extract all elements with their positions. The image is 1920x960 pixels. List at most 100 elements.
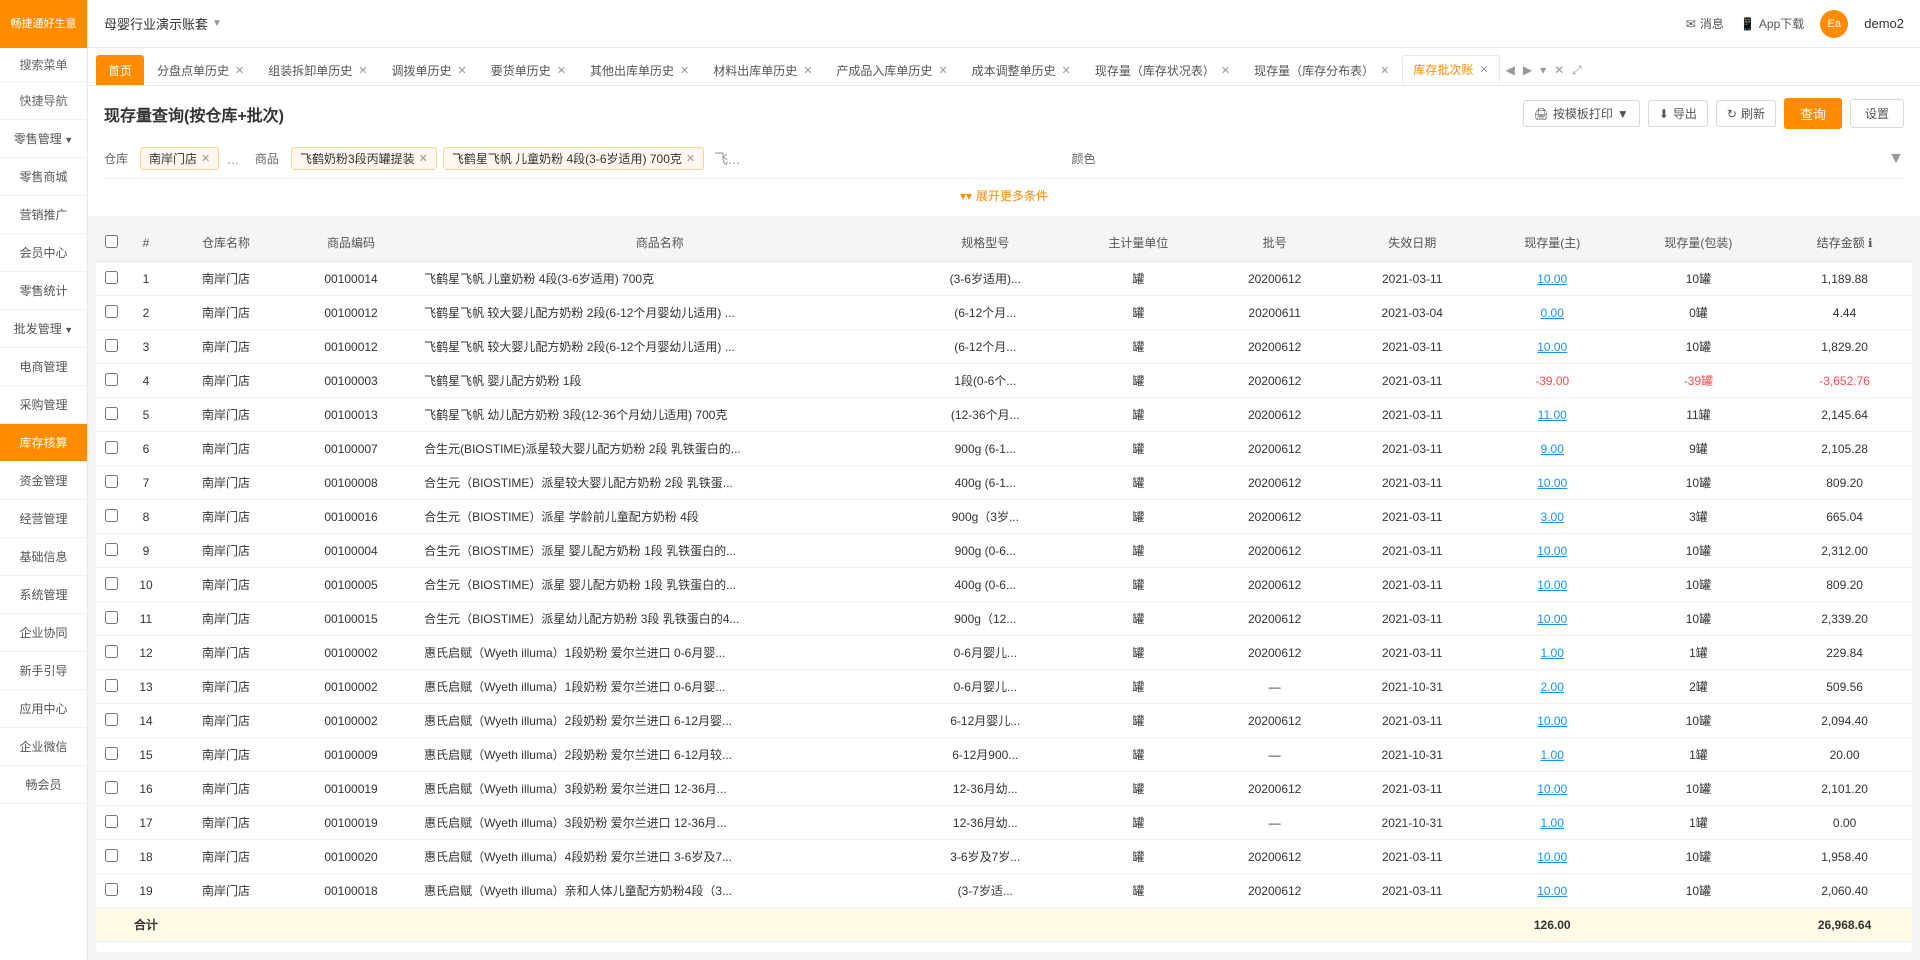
- row-checkbox-17[interactable]: [105, 849, 118, 862]
- row-qty-main[interactable]: 1.00: [1485, 738, 1620, 772]
- tab-close-调拨单历史[interactable]: ✕: [458, 64, 467, 77]
- row-qty-main[interactable]: 10.00: [1485, 874, 1620, 908]
- row-qty-main[interactable]: -39.00: [1485, 364, 1620, 398]
- message-button[interactable]: ✉ 消息: [1686, 15, 1724, 32]
- product-tag-1-close[interactable]: ✕: [419, 152, 428, 165]
- tab-组装拆卸单历史[interactable]: 组装拆卸单历史✕: [257, 55, 378, 85]
- row-checkbox-7[interactable]: [105, 509, 118, 522]
- print-button[interactable]: 🖨 按模板打印 ▼: [1523, 100, 1640, 127]
- tab-home[interactable]: 首页: [96, 55, 144, 85]
- product-filter-more[interactable]: 飞...: [710, 149, 744, 169]
- sidebar-item-marketing[interactable]: 营销推广: [0, 196, 87, 234]
- tab-调拨单历史[interactable]: 调拨单历史✕: [380, 55, 477, 85]
- row-checkbox-11[interactable]: [105, 645, 118, 658]
- app-download-button[interactable]: 📱 App下载: [1740, 15, 1804, 32]
- row-qty-main[interactable]: 11.00: [1485, 398, 1620, 432]
- tab-close-材料出库单历史[interactable]: ✕: [803, 64, 812, 77]
- row-qty-main[interactable]: 10.00: [1485, 568, 1620, 602]
- tab-maximize[interactable]: ⤢: [1568, 55, 1586, 85]
- export-button[interactable]: ⬇ 导出: [1648, 100, 1708, 127]
- tab-close-组装拆卸单历史[interactable]: ✕: [358, 64, 367, 77]
- tab-产成品入库单历史[interactable]: 产成品入库单历史✕: [825, 55, 958, 85]
- sidebar-item-member[interactable]: 会员中心: [0, 234, 87, 272]
- row-qty-main[interactable]: 10.00: [1485, 466, 1620, 500]
- expand-conditions-button[interactable]: ▾▾ 展开更多条件: [952, 183, 1056, 208]
- row-checkbox-5[interactable]: [105, 441, 118, 454]
- tab-nav-more[interactable]: ▾: [1536, 55, 1550, 85]
- row-checkbox-15[interactable]: [105, 781, 118, 794]
- settings-button[interactable]: 设置: [1850, 99, 1904, 128]
- workspace-selector[interactable]: 母婴行业演示账套 ▼: [104, 14, 222, 33]
- row-checkbox-14[interactable]: [105, 747, 118, 760]
- sidebar-item-retail-stats[interactable]: 零售统计: [0, 272, 87, 310]
- tab-close-库存批次账[interactable]: ✕: [1479, 63, 1488, 76]
- product-tag-1[interactable]: 飞鹤奶粉3段丙罐提装 ✕: [291, 147, 437, 170]
- sidebar-item-basic[interactable]: 基础信息: [0, 538, 87, 576]
- row-qty-main[interactable]: 10.00: [1485, 772, 1620, 806]
- sidebar-item-operations[interactable]: 经营管理: [0, 500, 87, 538]
- tab-close-分盘点单历史[interactable]: ✕: [235, 64, 244, 77]
- color-filter-arrow[interactable]: ▼: [1888, 150, 1904, 168]
- tab-nav-prev[interactable]: ◀: [1502, 55, 1519, 85]
- sidebar-item-guide[interactable]: 新手引导: [0, 652, 87, 690]
- sidebar-item-enterprise-wechat[interactable]: 企业微信: [0, 728, 87, 766]
- query-button[interactable]: 查询: [1784, 98, 1842, 129]
- refresh-button[interactable]: ↻ 刷新: [1716, 100, 1776, 127]
- sidebar-item-finance[interactable]: 资金管理: [0, 462, 87, 500]
- tab-成本调整单历史[interactable]: 成本调整单历史✕: [961, 55, 1082, 85]
- tab-close-现存量库存分布表[interactable]: ✕: [1380, 64, 1389, 77]
- row-qty-main[interactable]: 3.00: [1485, 500, 1620, 534]
- row-qty-main[interactable]: 10.00: [1485, 330, 1620, 364]
- sidebar-shortcut[interactable]: 快捷导航: [0, 82, 87, 120]
- row-checkbox-0[interactable]: [105, 271, 118, 284]
- tab-close-成本调整单历史[interactable]: ✕: [1062, 64, 1071, 77]
- row-checkbox-3[interactable]: [105, 373, 118, 386]
- tab-close-其他出库单历史[interactable]: ✕: [680, 64, 689, 77]
- product-tag-2-close[interactable]: ✕: [686, 152, 695, 165]
- warehouse-filter-tag[interactable]: 南岸门店 ✕: [140, 147, 219, 170]
- tab-现存量库存状况表[interactable]: 现存量（库存状况表）✕: [1084, 55, 1241, 85]
- sidebar-item-system[interactable]: 系统管理: [0, 576, 87, 614]
- row-qty-main[interactable]: 1.00: [1485, 636, 1620, 670]
- sidebar-search[interactable]: 搜索菜单: [0, 48, 87, 82]
- sidebar-item-ecommerce[interactable]: 电商管理: [0, 348, 87, 386]
- row-qty-main[interactable]: 0.00: [1485, 296, 1620, 330]
- tab-其他出库单历史[interactable]: 其他出库单历史✕: [579, 55, 700, 85]
- tab-库存批次账[interactable]: 库存批次账✕: [1402, 55, 1499, 85]
- sidebar-item-member2[interactable]: 畅会员: [0, 766, 87, 804]
- row-qty-main[interactable]: 9.00: [1485, 432, 1620, 466]
- sidebar-item-retail-mgmt[interactable]: 零售管理 ▼: [0, 120, 87, 158]
- select-all-checkbox[interactable]: [105, 235, 118, 248]
- row-checkbox-13[interactable]: [105, 713, 118, 726]
- row-checkbox-10[interactable]: [105, 611, 118, 624]
- sidebar-item-retail-shop[interactable]: 零售商城: [0, 158, 87, 196]
- sidebar-item-cooperation[interactable]: 企业协同: [0, 614, 87, 652]
- row-checkbox-4[interactable]: [105, 407, 118, 420]
- sidebar-item-app-center[interactable]: 应用中心: [0, 690, 87, 728]
- sidebar-item-purchase[interactable]: 采购管理: [0, 386, 87, 424]
- user-avatar[interactable]: Ea: [1820, 10, 1848, 38]
- row-qty-main[interactable]: 10.00: [1485, 704, 1620, 738]
- row-qty-main[interactable]: 10.00: [1485, 262, 1620, 296]
- product-tag-2[interactable]: 飞鹤星飞帆 儿童奶粉 4段(3-6岁适用) 700克 ✕: [443, 147, 704, 170]
- tab-close-all[interactable]: ✕: [1550, 55, 1568, 85]
- row-checkbox-8[interactable]: [105, 543, 118, 556]
- row-checkbox-18[interactable]: [105, 883, 118, 896]
- row-qty-main[interactable]: 10.00: [1485, 534, 1620, 568]
- row-checkbox-6[interactable]: [105, 475, 118, 488]
- row-checkbox-12[interactable]: [105, 679, 118, 692]
- tab-close-产成品入库单历史[interactable]: ✕: [938, 64, 947, 77]
- row-checkbox-1[interactable]: [105, 305, 118, 318]
- row-qty-main[interactable]: 10.00: [1485, 602, 1620, 636]
- row-checkbox-9[interactable]: [105, 577, 118, 590]
- tab-nav-next[interactable]: ▶: [1519, 55, 1536, 85]
- tab-现存量库存分布表[interactable]: 现存量（库存分布表）✕: [1243, 55, 1400, 85]
- tab-close-现存量库存状况表[interactable]: ✕: [1221, 64, 1230, 77]
- tab-要货单历史[interactable]: 要货单历史✕: [480, 55, 577, 85]
- row-checkbox-2[interactable]: [105, 339, 118, 352]
- sidebar-item-wholesale[interactable]: 批发管理 ▼: [0, 310, 87, 348]
- row-qty-main[interactable]: 1.00: [1485, 806, 1620, 840]
- row-qty-main[interactable]: 10.00: [1485, 840, 1620, 874]
- sidebar-item-inventory[interactable]: 库存核算: [0, 424, 87, 462]
- search-menu-label[interactable]: 搜索菜单: [19, 58, 67, 72]
